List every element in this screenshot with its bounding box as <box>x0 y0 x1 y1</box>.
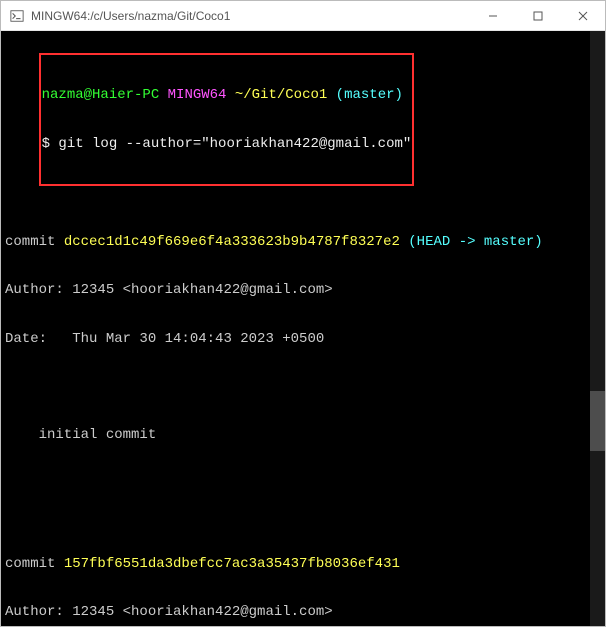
prompt-line2: $ git log --author="hooriakhan422@gmail.… <box>42 136 412 152</box>
prompt-user: nazma@Haier-PC <box>42 87 160 103</box>
close-button[interactable] <box>560 1 605 31</box>
author-value: 12345 <hooriakhan422@gmail.com> <box>72 282 332 298</box>
author-value: 12345 <hooriakhan422@gmail.com> <box>72 604 332 620</box>
scrollbar[interactable] <box>590 31 605 626</box>
date-line: Date: Thu Mar 30 14:04:43 2023 +0500 <box>5 331 601 347</box>
commit-message: initial commit <box>5 427 601 443</box>
prompt-symbol: $ <box>42 136 59 152</box>
maximize-button[interactable] <box>515 1 560 31</box>
head-ref: (HEAD -> master) <box>408 234 542 250</box>
minimize-button[interactable] <box>470 1 515 31</box>
window-controls <box>470 1 605 31</box>
commit-hash: 157fbf6551da3dbefcc7ac3a35437fb8036ef431 <box>64 556 400 572</box>
terminal[interactable]: nazma@Haier-PC MINGW64 ~/Git/Coco1 (mast… <box>1 31 605 626</box>
window-title: MINGW64:/c/Users/nazma/Git/Coco1 <box>31 9 470 23</box>
author-label: Author: <box>5 282 72 298</box>
prompt-line1: nazma@Haier-PC MINGW64 ~/Git/Coco1 (mast… <box>42 87 412 103</box>
command-text: git log --author="hooriakhan422@gmail.co… <box>58 136 411 152</box>
commit-label: commit <box>5 556 64 572</box>
terminal-icon <box>9 8 25 24</box>
commit-hash: dccec1d1c49f669e6f4a333623b9b4787f8327e2 <box>64 234 400 250</box>
prompt-branch: (master) <box>327 87 403 103</box>
date-label: Date: <box>5 331 72 347</box>
titlebar[interactable]: MINGW64:/c/Users/nazma/Git/Coco1 <box>1 1 605 31</box>
author-line: Author: 12345 <hooriakhan422@gmail.com> <box>5 282 601 298</box>
commit-label: commit <box>5 234 64 250</box>
prompt-env: MINGW64 <box>159 87 226 103</box>
commit-line: commit dccec1d1c49f669e6f4a333623b9b4787… <box>5 234 601 250</box>
author-line: Author: 12345 <hooriakhan422@gmail.com> <box>5 604 601 620</box>
scrollbar-thumb[interactable] <box>590 391 605 451</box>
prompt-path: ~/Git/Coco1 <box>226 87 327 103</box>
app-window: MINGW64:/c/Users/nazma/Git/Coco1 nazma@H… <box>0 0 606 627</box>
commit-line: commit 157fbf6551da3dbefcc7ac3a35437fb80… <box>5 556 601 572</box>
author-label: Author: <box>5 604 72 620</box>
highlight-box: nazma@Haier-PC MINGW64 ~/Git/Coco1 (mast… <box>39 53 415 186</box>
date-value: Thu Mar 30 14:04:43 2023 +0500 <box>72 331 324 347</box>
